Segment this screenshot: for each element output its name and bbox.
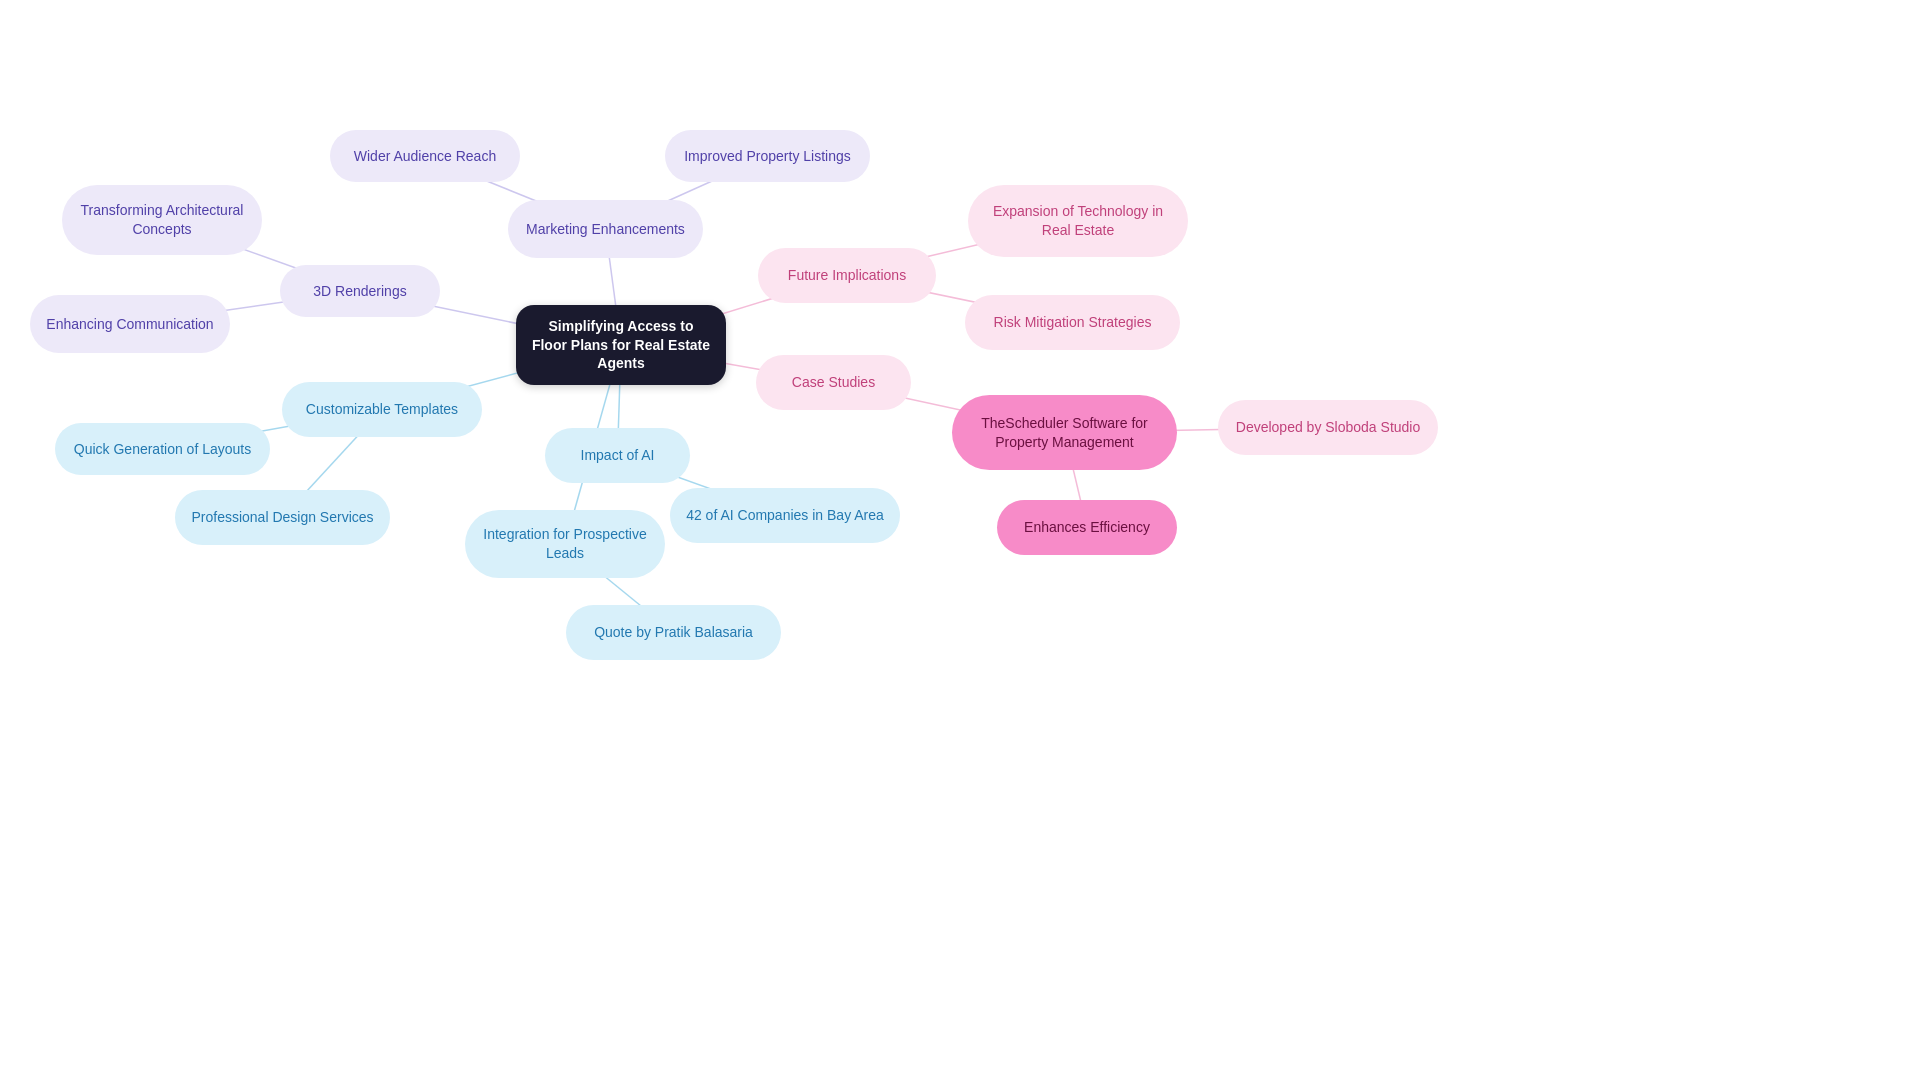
node-scheduler[interactable]: TheScheduler Software for Property Manag… — [952, 395, 1177, 470]
node-future[interactable]: Future Implications — [758, 248, 936, 303]
node-impact[interactable]: Impact of AI — [545, 428, 690, 483]
node-renderings[interactable]: 3D Renderings — [280, 265, 440, 317]
node-casestudies[interactable]: Case Studies — [756, 355, 911, 410]
node-wider[interactable]: Wider Audience Reach — [330, 130, 520, 182]
node-risk[interactable]: Risk Mitigation Strategies — [965, 295, 1180, 350]
node-quick[interactable]: Quick Generation of Layouts — [55, 423, 270, 475]
node-quote[interactable]: Quote by Pratik Balasaria — [566, 605, 781, 660]
mindmap-container: Simplifying Access to Floor Plans for Re… — [0, 0, 1920, 1083]
node-efficiency[interactable]: Enhances Efficiency — [997, 500, 1177, 555]
node-integration[interactable]: Integration for Prospective Leads — [465, 510, 665, 578]
node-transforming[interactable]: Transforming Architectural Concepts — [62, 185, 262, 255]
node-enhancing[interactable]: Enhancing Communication — [30, 295, 230, 353]
node-improved[interactable]: Improved Property Listings — [665, 130, 870, 182]
node-customizable[interactable]: Customizable Templates — [282, 382, 482, 437]
node-center[interactable]: Simplifying Access to Floor Plans for Re… — [516, 305, 726, 385]
node-expansion[interactable]: Expansion of Technology in Real Estate — [968, 185, 1188, 257]
node-marketing[interactable]: Marketing Enhancements — [508, 200, 703, 258]
node-sloboda[interactable]: Developed by Sloboda Studio — [1218, 400, 1438, 455]
node-professional[interactable]: Professional Design Services — [175, 490, 390, 545]
node-companies[interactable]: 42 of AI Companies in Bay Area — [670, 488, 900, 543]
